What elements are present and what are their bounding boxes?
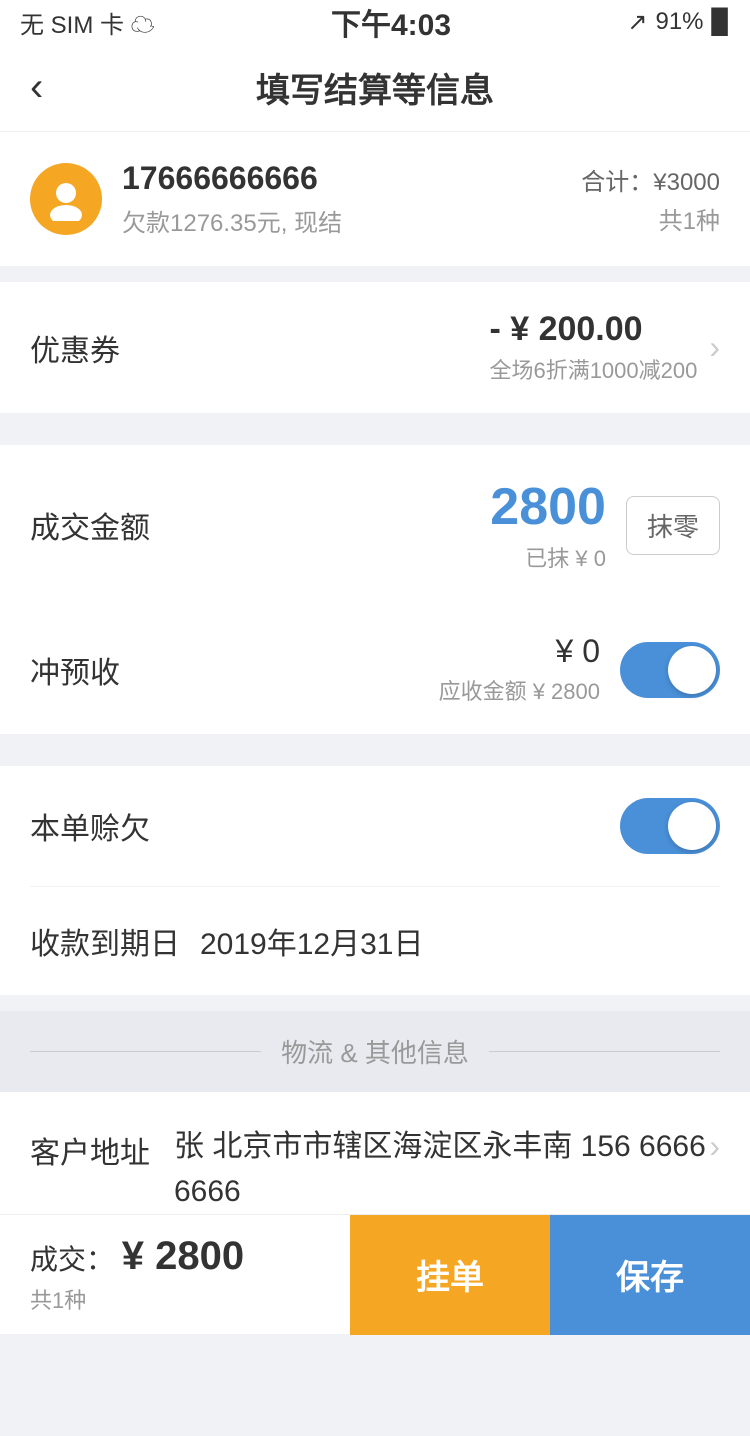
coupon-row[interactable]: 优惠券 - ¥ 200.00 全场6折满1000减200 ›: [0, 282, 750, 413]
prepay-right: ¥ 0 应收金额 ¥ 2800: [439, 633, 720, 706]
logistics-header: 物流 & 其他信息: [0, 1011, 750, 1092]
coupon-right: - ¥ 200.00 全场6折满1000减200 ›: [489, 310, 720, 385]
credit-row: 本单赊欠: [30, 766, 720, 887]
customer-info: 17666666666 欠款1276.35元, 现结: [122, 160, 342, 238]
due-date-label: 收款到期日: [30, 919, 180, 963]
section-divider-1: [0, 429, 750, 445]
address-label: 客户地址: [30, 1124, 150, 1172]
coupon-info: - ¥ 200.00 全场6折满1000减200: [489, 310, 697, 385]
back-button[interactable]: ‹: [30, 65, 43, 110]
coupon-desc: 全场6折满1000减200: [489, 353, 697, 385]
bottom-summary: 成交： ¥ 2800 共1种: [0, 1234, 350, 1315]
prepay-row: 冲预收 ¥ 0 应收金额 ¥ 2800: [30, 605, 720, 734]
amount-right: 2800 已抹 ¥ 0 抹零: [490, 477, 720, 573]
prepay-amount-col: ¥ 0 应收金额 ¥ 2800: [439, 633, 600, 706]
customer-card: 17666666666 欠款1276.35元, 现结 合计：¥3000 共1种: [0, 132, 750, 266]
customer-left: 17666666666 欠款1276.35元, 现结: [30, 160, 342, 238]
status-right: ↗ 91% ▉: [627, 8, 730, 37]
credit-section: 本单赊欠 收款到期日 2019年12月31日: [0, 766, 750, 995]
address-value: 张 北京市市辖区海淀区永丰南 156 6666 6666: [174, 1124, 709, 1214]
amount-row: 成交金额 2800 已抹 ¥ 0 抹零: [30, 445, 720, 605]
total-count: 共1种: [581, 201, 720, 236]
round-button[interactable]: 抹零: [626, 496, 720, 555]
logistics-line-left: [30, 1051, 261, 1052]
user-icon: [44, 177, 88, 221]
section-divider-3: [0, 995, 750, 1011]
customer-sub: 欠款1276.35元, 现结: [122, 203, 342, 238]
deal-amount-sub: 已抹 ¥ 0: [490, 541, 606, 573]
address-right: ›: [709, 1124, 720, 1165]
hold-button[interactable]: 挂单: [350, 1215, 550, 1335]
amount-label: 成交金额: [30, 503, 150, 547]
prepay-toggle[interactable]: [620, 642, 720, 698]
sim-status: 无 SIM 卡 ☁: [20, 5, 155, 40]
credit-label: 本单赊欠: [30, 804, 150, 848]
battery-status: 91%: [655, 8, 703, 36]
credit-toggle[interactable]: [620, 798, 720, 854]
save-button[interactable]: 保存: [550, 1215, 750, 1335]
coupon-label: 优惠券: [30, 326, 120, 370]
total-label: 合计：¥3000: [581, 162, 720, 197]
section-divider-2: [0, 734, 750, 750]
page-title: 填写结算等信息: [256, 63, 494, 112]
battery-icon: ▉: [712, 8, 730, 37]
customer-total: 合计：¥3000 共1种: [581, 162, 720, 236]
status-time: 下午4:03: [331, 0, 451, 44]
bottom-bar: 成交： ¥ 2800 共1种 挂单 保存: [0, 1214, 750, 1334]
prepay-label: 冲预收: [30, 648, 120, 692]
due-date-value: 2019年12月31日: [200, 919, 423, 963]
location-icon: ↗: [627, 8, 647, 37]
bottom-count: 共1种: [30, 1283, 320, 1315]
bottom-deal-line: 成交： ¥ 2800: [30, 1234, 320, 1279]
due-date-row: 收款到期日 2019年12月31日: [30, 887, 720, 995]
nav-bar: ‹ 填写结算等信息: [0, 44, 750, 132]
coupon-discount: - ¥ 200.00: [489, 310, 697, 349]
amount-section: 成交金额 2800 已抹 ¥ 0 抹零: [0, 445, 750, 605]
credit-toggle-knob: [668, 802, 716, 850]
prepay-amount: ¥ 0: [439, 633, 600, 670]
status-bar: 无 SIM 卡 ☁ 下午4:03 ↗ 91% ▉: [0, 0, 750, 44]
prepay-section: 冲预收 ¥ 0 应收金额 ¥ 2800: [0, 605, 750, 734]
status-left: 无 SIM 卡 ☁: [20, 5, 155, 40]
deal-amount-value: 2800: [490, 477, 606, 537]
bottom-deal-label: 成交：: [30, 1244, 114, 1275]
chevron-right-icon: ›: [709, 329, 720, 366]
avatar: [30, 163, 102, 235]
amount-value-col: 2800 已抹 ¥ 0: [490, 477, 606, 573]
logistics-title: 物流 & 其他信息: [281, 1033, 469, 1070]
address-chevron-icon: ›: [709, 1128, 720, 1165]
logistics-line-right: [489, 1051, 720, 1052]
customer-phone: 17666666666: [122, 160, 342, 197]
prepay-sub: 应收金额 ¥ 2800: [439, 674, 600, 706]
toggle-knob: [668, 646, 716, 694]
bottom-deal-amount: ¥ 2800: [122, 1234, 244, 1278]
